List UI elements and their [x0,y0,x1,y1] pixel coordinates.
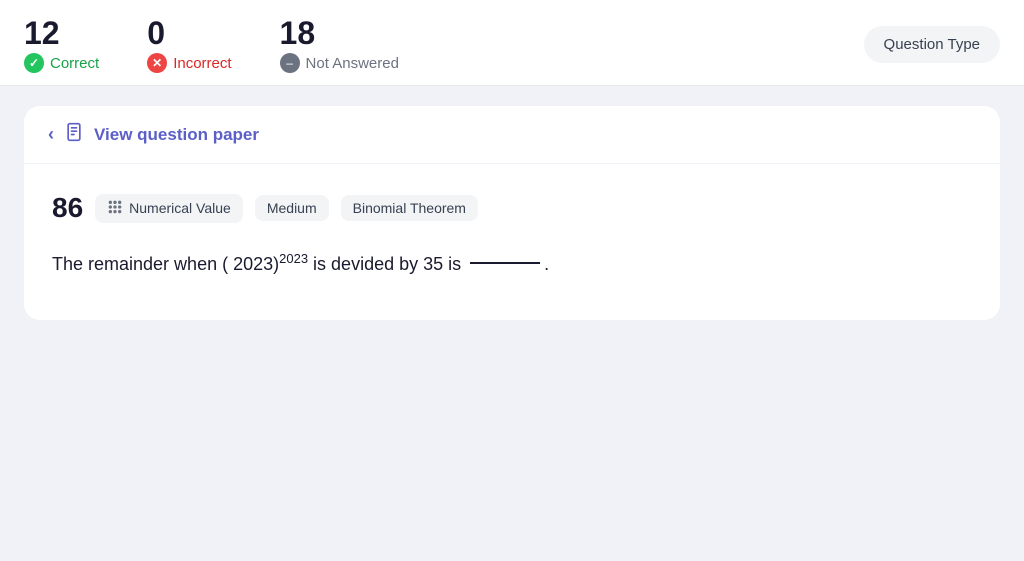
not-answered-label-row: – Not Answered [280,53,399,73]
question-number: 86 [52,192,83,224]
view-question-paper-text: View question paper [94,125,259,145]
correct-stat: 12 ✓ Correct [24,16,99,73]
question-card: ‹ View question paper 86 [24,106,1000,320]
correct-label-row: ✓ Correct [24,53,99,73]
tag-numerical-value: Numerical Value [95,194,243,223]
incorrect-label-row: ✕ Incorrect [147,53,231,73]
question-text-after: is devided by 35 is [308,254,461,274]
not-answered-stat: 18 – Not Answered [280,16,399,73]
not-answered-icon: – [280,53,300,73]
back-arrow-icon: ‹ [48,124,54,145]
view-question-paper-bar[interactable]: ‹ View question paper [24,106,1000,164]
question-text-before: The remainder when ( 2023) [52,254,279,274]
incorrect-stat: 0 ✕ Incorrect [147,16,231,73]
question-text: The remainder when ( 2023)2023 is devide… [52,248,972,280]
not-answered-label: Not Answered [306,55,399,72]
question-container: 86 [24,164,1000,320]
grid-icon [107,199,123,218]
incorrect-icon: ✕ [147,53,167,73]
main-content: ‹ View question paper 86 [0,86,1024,340]
incorrect-count: 0 [147,16,165,51]
tag-medium: Medium [255,195,329,221]
medium-label: Medium [267,200,317,216]
question-blank [470,262,540,264]
question-superscript: 2023 [279,251,308,266]
tag-binomial-theorem: Binomial Theorem [341,195,478,221]
correct-count: 12 [24,16,60,51]
correct-label: Correct [50,55,99,72]
paper-icon [64,122,84,147]
binomial-theorem-label: Binomial Theorem [353,200,466,216]
incorrect-label: Incorrect [173,55,231,72]
numerical-value-label: Numerical Value [129,200,231,216]
not-answered-count: 18 [280,16,316,51]
top-bar: 12 ✓ Correct 0 ✕ Incorrect 18 – Not Answ… [0,0,1024,86]
question-type-button[interactable]: Question Type [864,26,1000,63]
correct-icon: ✓ [24,53,44,73]
question-header: 86 [52,192,972,224]
